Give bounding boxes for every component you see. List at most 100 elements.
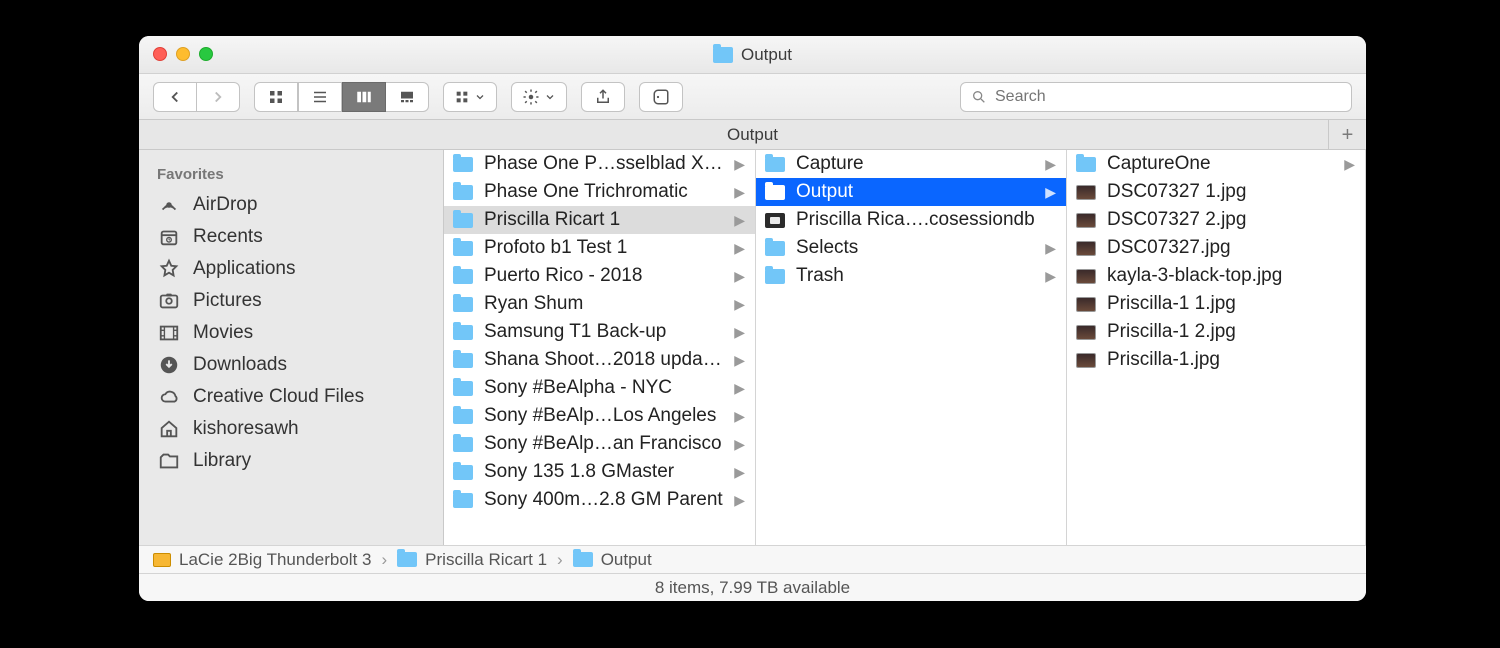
gallery-view-button[interactable] — [386, 82, 429, 112]
file-row[interactable]: Phase One Trichromatic▶ — [444, 178, 755, 206]
close-window-button[interactable] — [153, 47, 167, 61]
icon-view-button[interactable] — [254, 82, 298, 112]
path-segment[interactable]: LaCie 2Big Thunderbolt 3 — [153, 550, 372, 570]
path-segment[interactable]: Priscilla Ricart 1 — [397, 550, 547, 570]
minimize-window-button[interactable] — [176, 47, 190, 61]
sidebar-item[interactable]: Applications — [139, 253, 443, 285]
status-text: 8 items, 7.99 TB available — [655, 578, 850, 598]
file-row[interactable]: Priscilla Ricart 1▶ — [444, 206, 755, 234]
sidebar-item[interactable]: Downloads — [139, 349, 443, 381]
file-row[interactable]: Selects▶ — [756, 234, 1066, 262]
nav-buttons — [153, 82, 240, 112]
chevron-right-icon: ▶ — [734, 380, 745, 397]
zoom-window-button[interactable] — [199, 47, 213, 61]
folder-icon — [453, 353, 473, 368]
disk-icon — [153, 553, 171, 567]
file-name: Priscilla Rica….cosessiondb — [796, 209, 1056, 231]
file-name: Sony #BeAlp…an Francisco — [484, 433, 724, 455]
sidebar-item[interactable]: Recents — [139, 221, 443, 253]
chevron-right-icon: ▶ — [734, 324, 745, 341]
list-icon — [311, 88, 329, 106]
file-row[interactable]: kayla-3-black-top.jpg — [1067, 262, 1365, 290]
file-name: Sony 400m…2.8 GM Parent — [484, 489, 724, 511]
chevron-right-icon: ▶ — [734, 492, 745, 509]
chevron-right-icon: ▶ — [734, 352, 745, 369]
file-row[interactable]: Priscilla-1.jpg — [1067, 346, 1365, 374]
tab-label[interactable]: Output — [727, 125, 778, 145]
column-1[interactable]: Phase One P…sselblad X1D ▶ Phase One Trich… — [444, 150, 756, 545]
search-icon — [971, 89, 987, 105]
path-label: LaCie 2Big Thunderbolt 3 — [179, 550, 372, 570]
sidebar-item-label: Downloads — [193, 354, 287, 376]
file-row[interactable]: CaptureOne▶ — [1067, 150, 1365, 178]
column-2[interactable]: Capture▶Output▶Priscilla Rica….cosession… — [756, 150, 1067, 545]
back-button[interactable] — [153, 82, 197, 112]
image-thumbnail-icon — [1076, 213, 1096, 228]
chevron-right-icon: › — [382, 550, 388, 570]
file-row[interactable]: Sony #BeAlp…Los Angeles▶ — [444, 402, 755, 430]
search-input[interactable] — [995, 88, 1341, 106]
folder-icon — [573, 552, 593, 567]
sidebar-item[interactable]: kishoresawh — [139, 413, 443, 445]
chevron-right-icon: ▶ — [734, 156, 745, 173]
forward-button[interactable] — [197, 82, 240, 112]
search-field[interactable] — [960, 82, 1352, 112]
grid-icon — [454, 88, 470, 106]
sidebar-item-label: Library — [193, 450, 251, 472]
file-row[interactable]: Priscilla-1 1.jpg — [1067, 290, 1365, 318]
tags-button[interactable] — [639, 82, 683, 112]
file-row[interactable]: DSC07327.jpg — [1067, 234, 1365, 262]
folder-icon — [453, 325, 473, 340]
recents-icon — [157, 226, 181, 248]
file-row[interactable]: Puerto Rico - 2018▶ — [444, 262, 755, 290]
file-row[interactable]: Shana Shoot…2018 update)▶ — [444, 346, 755, 374]
file-row[interactable]: Phase One P…sselblad X1D ▶ — [444, 150, 755, 178]
file-row[interactable]: Priscilla Rica….cosessiondb — [756, 206, 1066, 234]
sidebar-item[interactable]: Movies — [139, 317, 443, 349]
sidebar-item-label: Recents — [193, 226, 263, 248]
chevron-right-icon: ▶ — [1045, 240, 1056, 257]
window-title-text: Output — [741, 45, 792, 65]
path-segment[interactable]: Output — [573, 550, 652, 570]
new-tab-button[interactable]: + — [1328, 120, 1366, 150]
file-row[interactable]: Capture▶ — [756, 150, 1066, 178]
action-button[interactable] — [511, 82, 567, 112]
column-browser: Phase One P…sselblad X1D ▶ Phase One Trich… — [444, 150, 1366, 545]
file-row[interactable]: Sony #BeAlp…an Francisco▶ — [444, 430, 755, 458]
file-row[interactable]: Sony #BeAlpha - NYC▶ — [444, 374, 755, 402]
file-name: DSC07327 1.jpg — [1107, 181, 1355, 203]
file-row[interactable]: Priscilla-1 2.jpg — [1067, 318, 1365, 346]
sidebar-item-label: Applications — [193, 258, 295, 280]
file-row[interactable]: DSC07327 2.jpg — [1067, 206, 1365, 234]
chevron-right-icon: ▶ — [734, 408, 745, 425]
file-name: Sony 135 1.8 GMaster — [484, 461, 724, 483]
file-row[interactable]: Samsung T1 Back-up▶ — [444, 318, 755, 346]
sidebar-item-label: Creative Cloud Files — [193, 386, 364, 408]
list-view-button[interactable] — [298, 82, 342, 112]
file-row[interactable]: Trash▶ — [756, 262, 1066, 290]
sidebar-item[interactable]: Library — [139, 445, 443, 477]
sidebar-item[interactable]: Creative Cloud Files — [139, 381, 443, 413]
gear-icon — [522, 88, 540, 106]
folder-icon — [1076, 157, 1096, 172]
sidebar-item[interactable]: Pictures — [139, 285, 443, 317]
share-button[interactable] — [581, 82, 625, 112]
file-row[interactable]: Ryan Shum▶ — [444, 290, 755, 318]
sidebar-item[interactable]: AirDrop — [139, 189, 443, 221]
file-name: Capture — [796, 153, 1035, 175]
file-row[interactable]: Sony 400m…2.8 GM Parent ▶ — [444, 486, 755, 514]
downloads-icon — [157, 354, 181, 376]
path-label: Output — [601, 550, 652, 570]
arrange-button[interactable] — [443, 82, 497, 112]
chevron-right-icon: ▶ — [1045, 268, 1056, 285]
file-name: Phase One P…sselblad X1D — [484, 153, 724, 175]
file-row[interactable]: Profoto b1 Test 1▶ — [444, 234, 755, 262]
file-row[interactable]: DSC07327 1.jpg — [1067, 178, 1365, 206]
folder-icon — [453, 493, 473, 508]
file-row[interactable]: Sony 135 1.8 GMaster▶ — [444, 458, 755, 486]
file-name: Priscilla Ricart 1 — [484, 209, 724, 231]
file-row[interactable]: Output▶ — [756, 178, 1066, 206]
column-3[interactable]: CaptureOne▶ DSC07327 1.jpg DSC07327 2.jpgD… — [1067, 150, 1366, 545]
column-view-button[interactable] — [342, 82, 386, 112]
image-thumbnail-icon — [1076, 353, 1096, 368]
